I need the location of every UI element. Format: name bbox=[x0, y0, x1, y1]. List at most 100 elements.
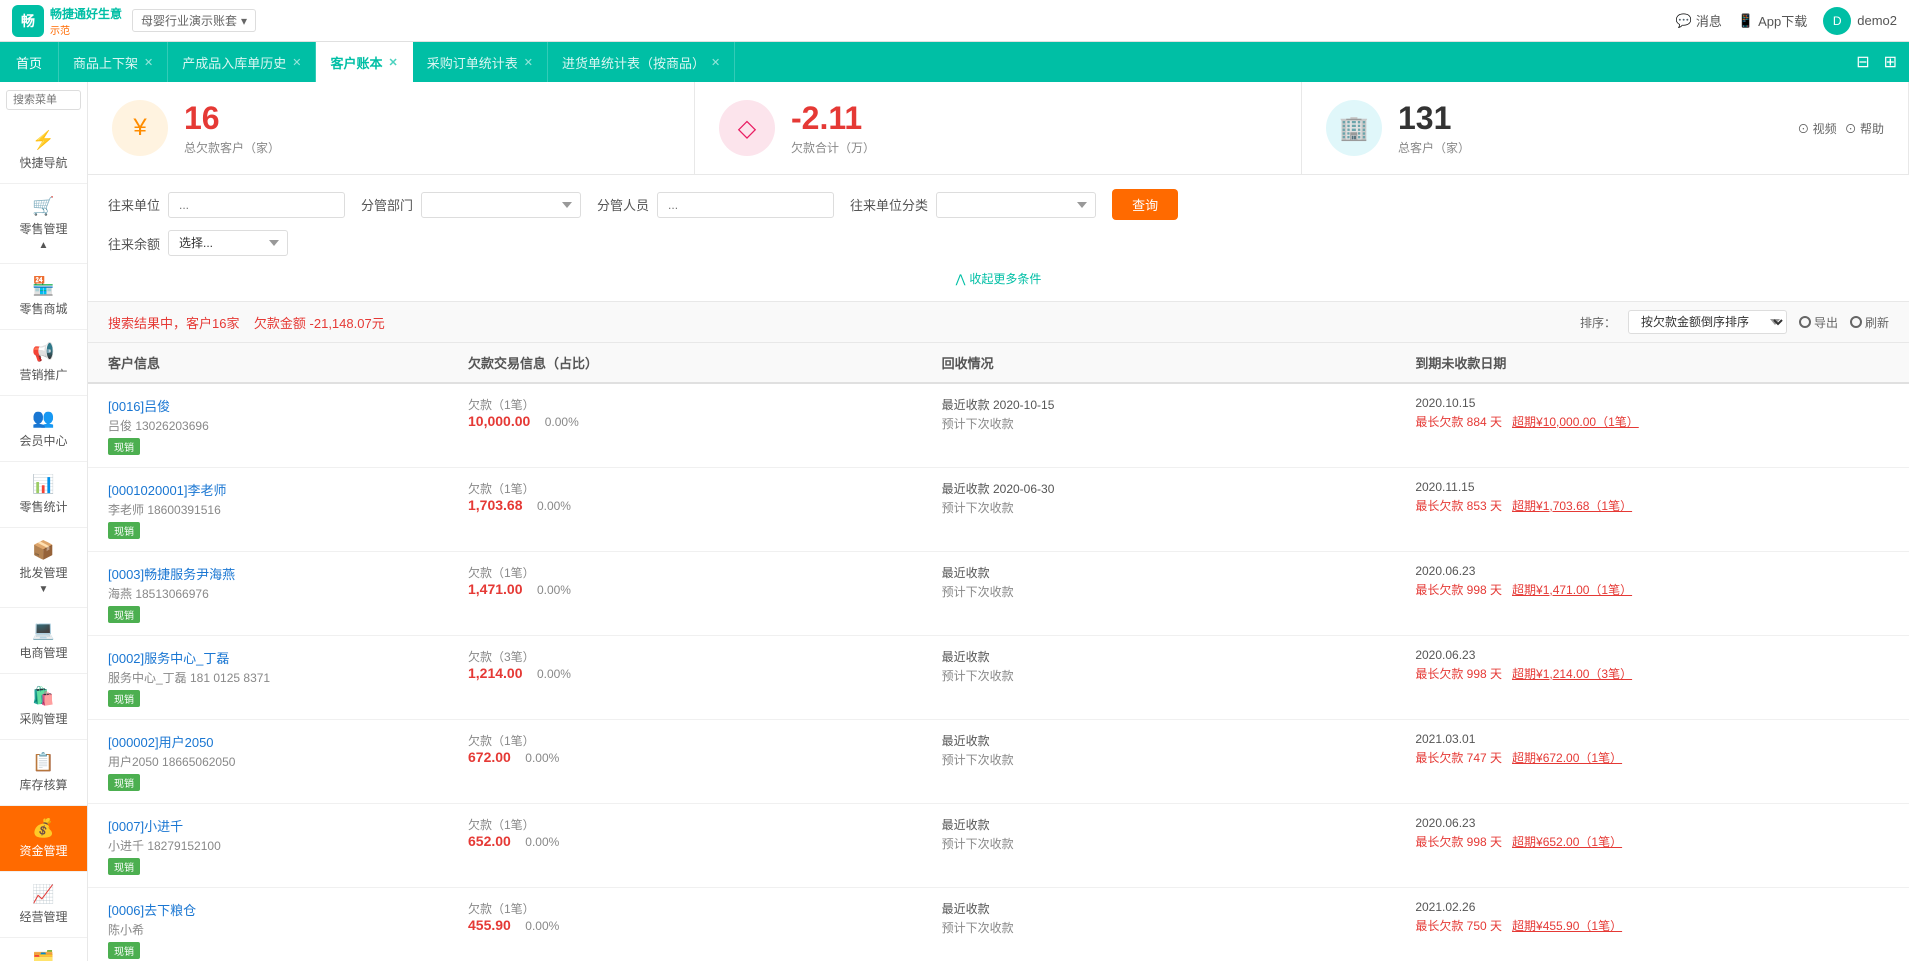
sidebar-item-retail-mall[interactable]: 🏪 零售商城 bbox=[0, 264, 87, 330]
due-date: 2020.11.15 bbox=[1415, 480, 1889, 494]
store-selector[interactable]: 母婴行业演示账套 ▾ bbox=[132, 9, 256, 32]
summary-card-debt-total: ◇ -2.11 欠款合计（万） bbox=[695, 82, 1302, 174]
video-link[interactable]: ⊙ 视频 bbox=[1797, 120, 1836, 137]
customer-name-link[interactable]: [0003]畅捷服务尹海燕 bbox=[108, 567, 235, 582]
debt-percent: 0.00% bbox=[545, 415, 579, 429]
top-bar: 畅 畅捷通好生意 示范 母婴行业演示账套 ▾ 💬 消息 📱 App下载 D de… bbox=[0, 0, 1909, 42]
due-cell: 2020.11.15 最长欠款 853 天 超期¥1,703.68（1笔） bbox=[1415, 480, 1889, 514]
customer-sub-info: 服务中心_丁磊 181 0125 8371 bbox=[108, 669, 468, 686]
close-icon[interactable]: ✕ bbox=[711, 56, 720, 69]
collection-cell: 最近收款 预计下次收款 bbox=[942, 564, 1416, 600]
download-btn[interactable]: 📱 App下载 bbox=[1738, 11, 1807, 30]
tab-home[interactable]: 首页 bbox=[0, 42, 59, 82]
sidebar-item-wholesale-mgmt[interactable]: 📦 批发管理 ▼ bbox=[0, 528, 87, 608]
tab-customer-account[interactable]: 客户账本 ✕ bbox=[316, 42, 412, 82]
debt-amount: 10,000.00 bbox=[468, 413, 530, 429]
sort-label: 排序： bbox=[1580, 314, 1616, 331]
operations-icon: 📈 bbox=[4, 884, 83, 905]
export-icon bbox=[1799, 316, 1811, 328]
overdue-link[interactable]: 超期¥1,214.00（3笔） bbox=[1512, 667, 1632, 681]
message-icon: 💬 bbox=[1676, 13, 1692, 29]
window-maximize-icon[interactable]: ⊞ bbox=[1880, 52, 1901, 72]
card-icon-yuan: ¥ bbox=[112, 100, 168, 156]
customer-name-link[interactable]: [0002]服务中心_丁磊 bbox=[108, 651, 229, 666]
help-link[interactable]: ⊙ 帮助 bbox=[1845, 120, 1884, 137]
next-payment: 预计下次收款 bbox=[942, 415, 1416, 432]
sidebar-item-marketing[interactable]: 📢 营销推广 bbox=[0, 330, 87, 396]
customer-name-link[interactable]: [000002]用户2050 bbox=[108, 735, 214, 750]
export-button[interactable]: 导出 bbox=[1799, 314, 1838, 331]
close-icon[interactable]: ✕ bbox=[389, 56, 398, 69]
results-bar: 搜索结果中，客户16家 欠款金额 -21,148.07元 排序： 按欠款金额倒序… bbox=[88, 302, 1909, 343]
sidebar-search-area bbox=[0, 82, 87, 118]
sidebar-item-retail-stats[interactable]: 📊 零售统计 bbox=[0, 462, 87, 528]
customer-cell: [0007]小进千 小进千 18279152100 现销 bbox=[108, 816, 468, 875]
balance-select[interactable]: 选择... bbox=[168, 230, 288, 256]
customer-name-link[interactable]: [0001020001]李老师 bbox=[108, 483, 227, 498]
refresh-button[interactable]: 刷新 bbox=[1850, 314, 1889, 331]
due-date: 2020.06.23 bbox=[1415, 648, 1889, 662]
tab-purchase-summary[interactable]: 采购订单统计表 ✕ bbox=[413, 42, 548, 82]
debt-desc: 欠款（1笔） bbox=[468, 816, 942, 833]
summary-cards: ¥ 16 总欠款客户（家） ◇ -2.11 欠款合计（万） 🏢 131 总客户（… bbox=[88, 82, 1909, 175]
person-input[interactable] bbox=[657, 192, 834, 218]
debt-total-number: -2.11 bbox=[791, 100, 1277, 137]
close-icon[interactable]: ✕ bbox=[144, 56, 153, 69]
customer-name-link[interactable]: [0007]小进千 bbox=[108, 819, 183, 834]
tabs-nav: 首页 商品上下架 ✕ 产成品入库单历史 ✕ 客户账本 ✕ 采购订单统计表 ✕ 进… bbox=[0, 42, 1909, 82]
overdue-link[interactable]: 超期¥1,471.00（1笔） bbox=[1512, 583, 1632, 597]
debt-customers-label: 总欠款客户（家） bbox=[184, 139, 670, 156]
customer-name-link[interactable]: [0006]去下粮仓 bbox=[108, 903, 196, 918]
overdue-link[interactable]: 超期¥672.00（1笔） bbox=[1512, 751, 1622, 765]
collection-cell: 最近收款 预计下次收款 bbox=[942, 816, 1416, 852]
last-payment: 最近收款 bbox=[942, 564, 1416, 581]
tab-production-history[interactable]: 产成品入库单历史 ✕ bbox=[168, 42, 316, 82]
retail-mall-icon: 🏪 bbox=[4, 276, 83, 297]
sidebar-item-finance[interactable]: 💰 资金管理 bbox=[0, 806, 87, 872]
debt-desc: 欠款（1笔） bbox=[468, 480, 942, 497]
debt-desc: 欠款（3笔） bbox=[468, 648, 942, 665]
debt-amount: 652.00 bbox=[468, 833, 511, 849]
collapse-bar[interactable]: ⋀ 收起更多条件 bbox=[108, 266, 1889, 291]
overdue-link[interactable]: 超期¥455.90（1笔） bbox=[1512, 919, 1622, 933]
sidebar-item-ecommerce[interactable]: 💻 电商管理 bbox=[0, 608, 87, 674]
search-input[interactable] bbox=[6, 90, 81, 110]
due-date: 2020.10.15 bbox=[1415, 396, 1889, 410]
from-unit-input[interactable] bbox=[168, 192, 345, 218]
sidebar-item-basic-info[interactable]: 🗂️ 基础信息 bbox=[0, 938, 87, 961]
last-payment: 最近收款 bbox=[942, 816, 1416, 833]
overdue-info: 最长欠款 998 天 超期¥1,214.00（3笔） bbox=[1415, 665, 1889, 682]
badge-xian: 现销 bbox=[108, 774, 140, 791]
sidebar-item-member-center[interactable]: 👥 会员中心 bbox=[0, 396, 87, 462]
overdue-link[interactable]: 超期¥10,000.00（1笔） bbox=[1512, 415, 1639, 429]
overdue-link[interactable]: 超期¥652.00（1笔） bbox=[1512, 835, 1622, 849]
sidebar-item-quick-nav[interactable]: ⚡ 快捷导航 bbox=[0, 118, 87, 184]
user-menu[interactable]: D demo2 bbox=[1823, 7, 1897, 35]
sort-select[interactable]: 按欠款金额倒序排序 bbox=[1628, 310, 1787, 334]
debt-cell: 欠款（1笔） 1,703.68 0.00% bbox=[468, 480, 942, 513]
close-icon[interactable]: ✕ bbox=[292, 56, 301, 69]
customer-sub-info: 用户2050 18665062050 bbox=[108, 753, 468, 770]
top-bar-right: 💬 消息 📱 App下载 D demo2 bbox=[1676, 7, 1897, 35]
message-btn[interactable]: 💬 消息 bbox=[1676, 11, 1722, 30]
sidebar-item-purchase-mgmt[interactable]: 🛍️ 采购管理 bbox=[0, 674, 87, 740]
customer-name-link[interactable]: [0016]吕俊 bbox=[108, 399, 170, 414]
last-payment: 最近收款 2020-10-15 bbox=[942, 396, 1416, 413]
collection-cell: 最近收款 预计下次收款 bbox=[942, 648, 1416, 684]
overdue-link[interactable]: 超期¥1,703.68（1笔） bbox=[1512, 499, 1632, 513]
sidebar-item-operations[interactable]: 📈 经营管理 bbox=[0, 872, 87, 938]
tab-products-offline[interactable]: 商品上下架 ✕ bbox=[59, 42, 168, 82]
search-button[interactable]: 查询 bbox=[1112, 189, 1178, 220]
dept-select[interactable] bbox=[421, 192, 581, 218]
next-payment: 预计下次收款 bbox=[942, 751, 1416, 768]
sidebar-item-inventory[interactable]: 📋 库存核算 bbox=[0, 740, 87, 806]
debt-cell: 欠款（3笔） 1,214.00 0.00% bbox=[468, 648, 942, 681]
chevron-icon: ▲ bbox=[39, 240, 49, 251]
close-icon[interactable]: ✕ bbox=[524, 56, 533, 69]
window-restore-icon[interactable]: ⊟ bbox=[1852, 52, 1873, 72]
sidebar-item-retail-mgmt[interactable]: 🛒 零售管理 ▲ bbox=[0, 184, 87, 264]
next-payment: 预计下次收款 bbox=[942, 919, 1416, 936]
purchase-icon: 🛍️ bbox=[4, 686, 83, 707]
tab-incoming-summary[interactable]: 进货单统计表（按商品） ✕ bbox=[548, 42, 735, 82]
unit-type-select[interactable] bbox=[936, 192, 1096, 218]
